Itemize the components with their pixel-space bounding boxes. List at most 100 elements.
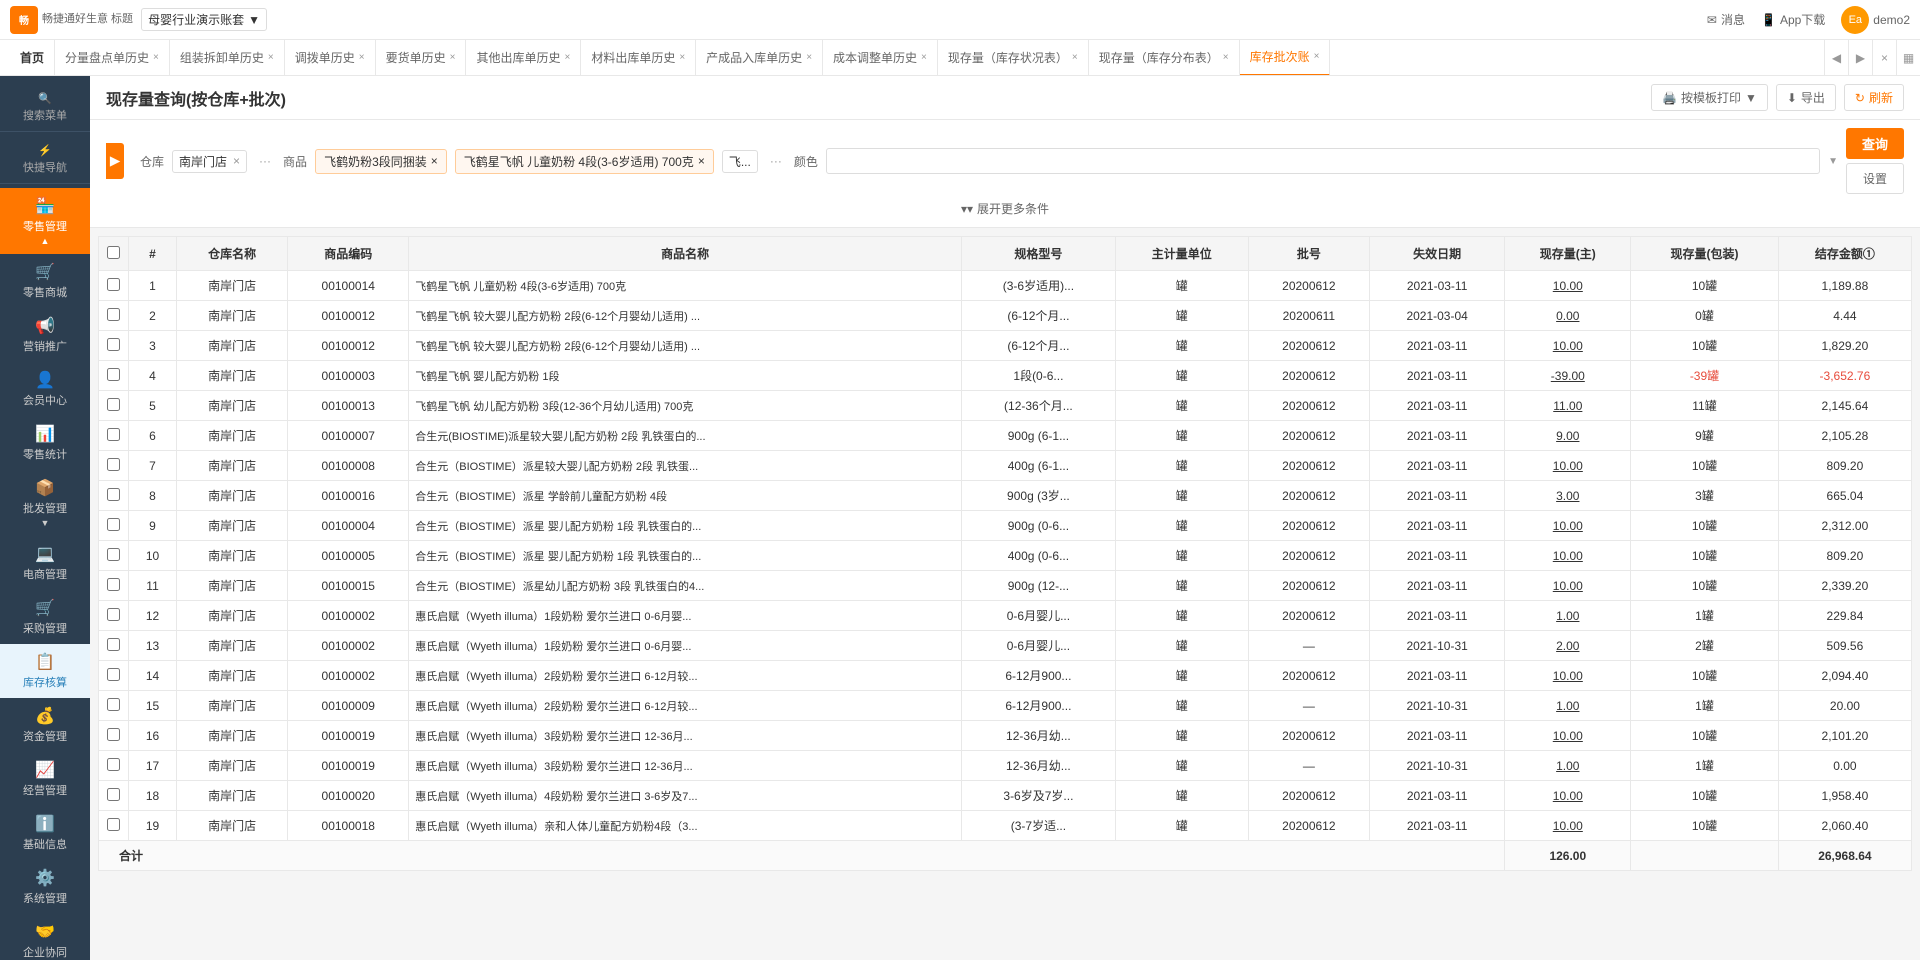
close-icon[interactable]: × xyxy=(1072,52,1078,63)
sidebar-item-inventory[interactable]: 📋 库存核算 xyxy=(0,644,90,698)
close-icon[interactable]: × xyxy=(564,52,570,63)
print-button[interactable]: 🖨️ 按模板打印 ▼ xyxy=(1651,84,1768,111)
row-select-checkbox[interactable] xyxy=(107,818,120,831)
tab-chanchengruку[interactable]: 产成品入库单历史 × xyxy=(696,40,823,76)
row-select-checkbox[interactable] xyxy=(107,458,120,471)
close-icon[interactable]: × xyxy=(806,52,812,63)
expand-more-button[interactable]: ▾▾ 展开更多条件 xyxy=(961,200,1049,217)
th-batch: 批号 xyxy=(1248,237,1369,271)
product-filter-more[interactable]: 飞... xyxy=(722,150,758,173)
sidebar-item-mall[interactable]: 🛒 零售商城 xyxy=(0,254,90,308)
product-ellipsis[interactable]: ··· xyxy=(766,154,786,168)
user-area[interactable]: Ea demo2 xyxy=(1841,6,1910,34)
sidebar-item-finance[interactable]: 💰 资金管理 xyxy=(0,698,90,752)
refresh-button[interactable]: ↻ 刷新 xyxy=(1844,84,1904,111)
close-icon[interactable]: × xyxy=(679,52,685,63)
tab-xiancunliang2[interactable]: 现存量（库存分布表） × xyxy=(1089,40,1240,76)
sidebar-quick-nav[interactable]: ⚡ 快捷导航 xyxy=(0,136,90,184)
messages-button[interactable]: ✉ 消息 xyxy=(1707,11,1745,28)
row-select-checkbox[interactable] xyxy=(107,578,120,591)
sidebar-expand-button[interactable]: ▶ xyxy=(106,143,124,179)
sidebar-item-basic[interactable]: ℹ️ 基础信息 xyxy=(0,806,90,860)
sidebar-item-stats[interactable]: 📊 零售统计 xyxy=(0,416,90,470)
row-qty-pkg: 10罐 xyxy=(1631,661,1779,691)
row-checkbox xyxy=(99,781,129,811)
product-close-icon-1[interactable]: × xyxy=(431,154,438,168)
row-warehouse: 南岸门店 xyxy=(177,601,288,631)
row-select-checkbox[interactable] xyxy=(107,518,120,531)
tab-qitachuku[interactable]: 其他出库单历史 × xyxy=(466,40,581,76)
tab-zuzhuangchaijian[interactable]: 组装拆卸单历史 × xyxy=(170,40,285,76)
close-icon[interactable]: × xyxy=(1314,51,1320,62)
row-select-checkbox[interactable] xyxy=(107,278,120,291)
tab-diaobo[interactable]: 调拨单历史 × xyxy=(285,40,376,76)
row-amount: 509.56 xyxy=(1778,631,1911,661)
sidebar-item-ecommerce[interactable]: 💻 电商管理 xyxy=(0,536,90,590)
row-select-checkbox[interactable] xyxy=(107,338,120,351)
row-select-checkbox[interactable] xyxy=(107,398,120,411)
tab-home[interactable]: 首页 xyxy=(10,40,55,76)
row-warehouse: 南岸门店 xyxy=(177,481,288,511)
tab-xiancunliang1[interactable]: 现存量（库存状况表） × xyxy=(938,40,1089,76)
row-checkbox xyxy=(99,571,129,601)
sidebar-item-purchase[interactable]: 🛒 采购管理 xyxy=(0,590,90,644)
sidebar-item-members[interactable]: 👤 会员中心 xyxy=(0,362,90,416)
close-icon[interactable]: × xyxy=(359,52,365,63)
sidebar-item-retail[interactable]: 🏪 零售管理 ▲ xyxy=(0,188,90,254)
warehouse-filter-tag[interactable]: 南岸门店 × xyxy=(172,150,247,173)
select-all-checkbox[interactable] xyxy=(107,246,120,259)
export-button[interactable]: ⬇ 导出 xyxy=(1776,84,1836,111)
wholesale-icon: 📦 xyxy=(35,478,55,498)
warehouse-ellipsis[interactable]: ··· xyxy=(255,154,275,168)
row-select-checkbox[interactable] xyxy=(107,548,120,561)
row-select-checkbox[interactable] xyxy=(107,668,120,681)
row-select-checkbox[interactable] xyxy=(107,788,120,801)
expand-icon: ▾▾ xyxy=(961,202,973,216)
logo-area: 畅 畅捷通好生意 标题 xyxy=(10,6,133,34)
row-select-checkbox[interactable] xyxy=(107,308,120,321)
sidebar-item-marketing[interactable]: 📢 营销推广 xyxy=(0,308,90,362)
product-close-icon-2[interactable]: × xyxy=(698,154,705,168)
nav-close-arrow[interactable]: × xyxy=(1872,40,1896,76)
close-icon[interactable]: × xyxy=(1223,52,1229,63)
tab-chengbentiaoz[interactable]: 成本调整单历史 × xyxy=(823,40,938,76)
print-icon: 🖨️ xyxy=(1662,91,1677,105)
row-select-checkbox[interactable] xyxy=(107,728,120,741)
color-input[interactable] xyxy=(826,148,1820,174)
row-select-checkbox[interactable] xyxy=(107,638,120,651)
close-icon[interactable]: × xyxy=(153,52,159,63)
row-unit: 罐 xyxy=(1115,511,1248,541)
row-select-checkbox[interactable] xyxy=(107,368,120,381)
row-checkbox xyxy=(99,331,129,361)
close-icon[interactable]: × xyxy=(450,52,456,63)
settings-button[interactable]: 设置 xyxy=(1846,163,1904,194)
row-select-checkbox[interactable] xyxy=(107,758,120,771)
sidebar-item-system[interactable]: ⚙️ 系统管理 xyxy=(0,860,90,914)
company-name: 母婴行业演示账套 xyxy=(148,11,244,28)
row-select-checkbox[interactable] xyxy=(107,698,120,711)
company-select[interactable]: 母婴行业演示账套 ▼ xyxy=(141,8,267,31)
tab-yaohuo[interactable]: 要货单历史 × xyxy=(376,40,467,76)
row-qty: 1.00 xyxy=(1505,691,1631,721)
nav-next-arrow[interactable]: ▶ xyxy=(1848,40,1872,76)
tab-fenliangpandian[interactable]: 分量盘点单历史 × xyxy=(55,40,170,76)
tab-kucunpici[interactable]: 库存批次账 × xyxy=(1240,40,1331,76)
tab-cailiaochu[interactable]: 材料出库单历史 × xyxy=(581,40,696,76)
search-button[interactable]: 查询 xyxy=(1846,128,1904,159)
close-icon[interactable]: × xyxy=(921,52,927,63)
warehouse-close-icon[interactable]: × xyxy=(233,154,240,168)
close-icon[interactable]: × xyxy=(268,52,274,63)
row-qty-pkg: 10罐 xyxy=(1631,511,1779,541)
product-filter-tag-1[interactable]: 飞鹤奶粉3段同捆装 × xyxy=(315,149,447,174)
nav-menu-arrow[interactable]: ▦ xyxy=(1896,40,1920,76)
row-select-checkbox[interactable] xyxy=(107,488,120,501)
sidebar-item-enterprise[interactable]: 🤝 企业协同 xyxy=(0,914,90,960)
row-select-checkbox[interactable] xyxy=(107,608,120,621)
product-filter-tag-2[interactable]: 飞鹤星飞帆 儿童奶粉 4段(3-6岁适用) 700克 × xyxy=(455,149,714,174)
sidebar-search[interactable]: 🔍 搜索菜单 xyxy=(0,84,90,132)
row-select-checkbox[interactable] xyxy=(107,428,120,441)
nav-prev-arrow[interactable]: ◀ xyxy=(1824,40,1848,76)
sidebar-item-wholesale[interactable]: 📦 批发管理 ▼ xyxy=(0,470,90,536)
app-download-button[interactable]: 📱 App下载 xyxy=(1761,11,1825,28)
sidebar-item-operation[interactable]: 📈 经营管理 xyxy=(0,752,90,806)
